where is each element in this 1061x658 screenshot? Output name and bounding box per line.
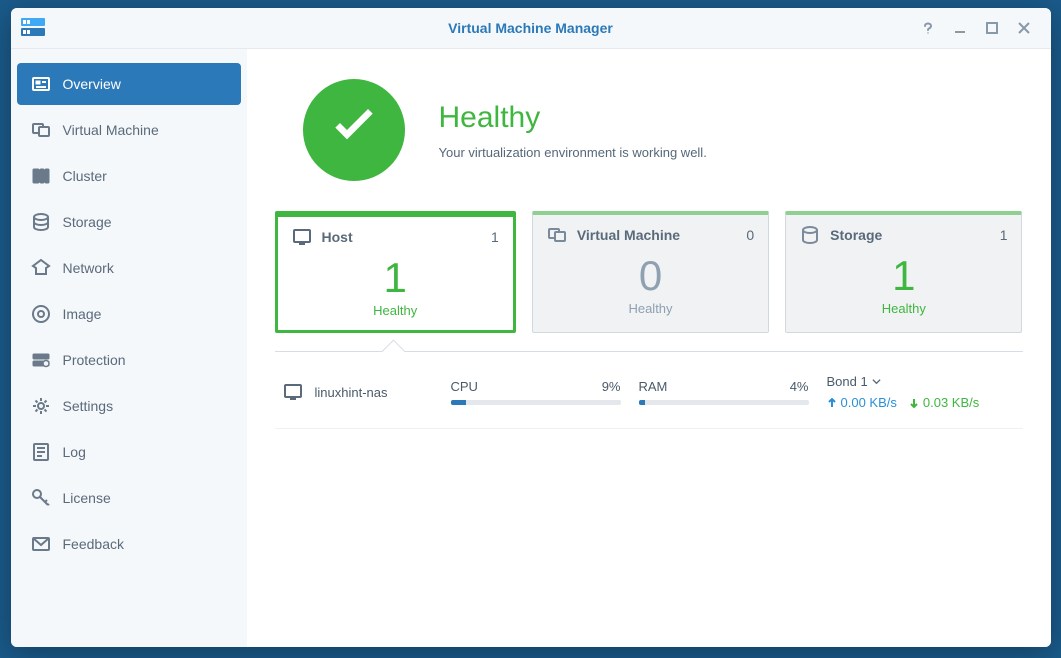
app-icon: [19, 14, 47, 42]
sidebar-item-license[interactable]: License: [17, 477, 241, 519]
sidebar: Overview Virtual Machine Cluster Storage…: [11, 49, 247, 647]
card-value: 1: [800, 255, 1007, 297]
help-button[interactable]: [919, 19, 937, 37]
network-stats: Bond 1 0.00 KB/s 0.03 KB/s: [827, 374, 997, 410]
cpu-label: CPU: [451, 379, 478, 394]
image-icon: [31, 304, 51, 324]
vm-icon: [547, 225, 567, 245]
sidebar-item-image[interactable]: Image: [17, 293, 241, 335]
download-value: 0.03 KB/s: [923, 395, 979, 410]
card-virtual-machine[interactable]: Virtual Machine 0 0 Healthy: [532, 211, 769, 333]
sidebar-item-label: Image: [63, 306, 102, 322]
cpu-meter: CPU 9%: [451, 379, 621, 405]
key-icon: [31, 488, 51, 508]
sidebar-item-storage[interactable]: Storage: [17, 201, 241, 243]
card-status: Healthy: [292, 303, 499, 318]
log-icon: [31, 442, 51, 462]
card-storage[interactable]: Storage 1 1 Healthy: [785, 211, 1022, 333]
upload-rate: 0.00 KB/s: [827, 395, 897, 410]
sidebar-item-label: License: [63, 490, 111, 506]
host-name-label: linuxhint-nas: [315, 385, 388, 400]
maximize-button[interactable]: [983, 19, 1001, 37]
interface-label: Bond 1: [827, 374, 868, 389]
cpu-value: 9%: [602, 379, 621, 394]
sidebar-item-virtual-machine[interactable]: Virtual Machine: [17, 109, 241, 151]
host-row: linuxhint-nas CPU 9% RAM 4%: [275, 370, 1023, 429]
gear-icon: [31, 396, 51, 416]
arrow-up-icon: [827, 398, 837, 408]
main-content: Healthy Your virtualization environment …: [247, 49, 1051, 647]
window-title: Virtual Machine Manager: [11, 20, 1051, 36]
health-check-icon: [303, 79, 405, 181]
status-header: Healthy Your virtualization environment …: [303, 79, 1023, 181]
card-value: 0: [547, 255, 754, 297]
ram-meter: RAM 4%: [639, 379, 809, 405]
card-label: Storage: [830, 227, 882, 243]
chevron-down-icon: [872, 377, 881, 386]
close-button[interactable]: [1015, 19, 1033, 37]
card-status: Healthy: [547, 301, 754, 316]
card-label: Host: [322, 229, 353, 245]
card-count: 1: [1000, 227, 1008, 243]
sidebar-item-label: Overview: [63, 76, 121, 92]
network-icon: [31, 258, 51, 278]
ram-bar: [639, 400, 809, 405]
overview-icon: [31, 74, 51, 94]
cpu-bar: [451, 400, 621, 405]
sidebar-item-log[interactable]: Log: [17, 431, 241, 473]
card-count: 0: [746, 227, 754, 243]
pointer-icon: [381, 339, 405, 363]
download-rate: 0.03 KB/s: [909, 395, 979, 410]
host-icon: [292, 227, 312, 247]
ram-label: RAM: [639, 379, 668, 394]
sidebar-item-label: Settings: [63, 398, 114, 414]
status-title: Healthy: [439, 101, 707, 135]
upload-value: 0.00 KB/s: [841, 395, 897, 410]
arrow-down-icon: [909, 398, 919, 408]
sidebar-item-label: Cluster: [63, 168, 107, 184]
sidebar-item-protection[interactable]: Protection: [17, 339, 241, 381]
sidebar-item-feedback[interactable]: Feedback: [17, 523, 241, 565]
sidebar-item-settings[interactable]: Settings: [17, 385, 241, 427]
card-count: 1: [491, 229, 499, 245]
status-subtitle: Your virtualization environment is worki…: [439, 145, 707, 160]
window-controls: [919, 19, 1051, 37]
card-value: 1: [292, 257, 499, 299]
sidebar-item-label: Virtual Machine: [63, 122, 159, 138]
sidebar-item-label: Protection: [63, 352, 126, 368]
cluster-icon: [31, 166, 51, 186]
envelope-icon: [31, 534, 51, 554]
vm-icon: [31, 120, 51, 140]
sidebar-item-label: Feedback: [63, 536, 124, 552]
sidebar-item-overview[interactable]: Overview: [17, 63, 241, 105]
card-label: Virtual Machine: [577, 227, 680, 243]
protection-icon: [31, 350, 51, 370]
summary-cards: Host 1 1 Healthy Virtual Machine 0 0 Hea…: [275, 211, 1023, 333]
host-icon: [283, 382, 303, 402]
minimize-button[interactable]: [951, 19, 969, 37]
title-bar: Virtual Machine Manager: [11, 8, 1051, 49]
sidebar-item-label: Storage: [63, 214, 112, 230]
sidebar-item-cluster[interactable]: Cluster: [17, 155, 241, 197]
host-name: linuxhint-nas: [283, 382, 433, 402]
sidebar-item-label: Log: [63, 444, 86, 460]
interface-dropdown[interactable]: Bond 1: [827, 374, 881, 389]
storage-icon: [31, 212, 51, 232]
card-host[interactable]: Host 1 1 Healthy: [275, 211, 516, 333]
storage-icon: [800, 225, 820, 245]
ram-value: 4%: [790, 379, 809, 394]
sidebar-item-network[interactable]: Network: [17, 247, 241, 289]
sidebar-item-label: Network: [63, 260, 114, 276]
card-status: Healthy: [800, 301, 1007, 316]
card-pointer-divider: [275, 351, 1023, 352]
app-window: Virtual Machine Manager Overview Virtual…: [11, 8, 1051, 647]
